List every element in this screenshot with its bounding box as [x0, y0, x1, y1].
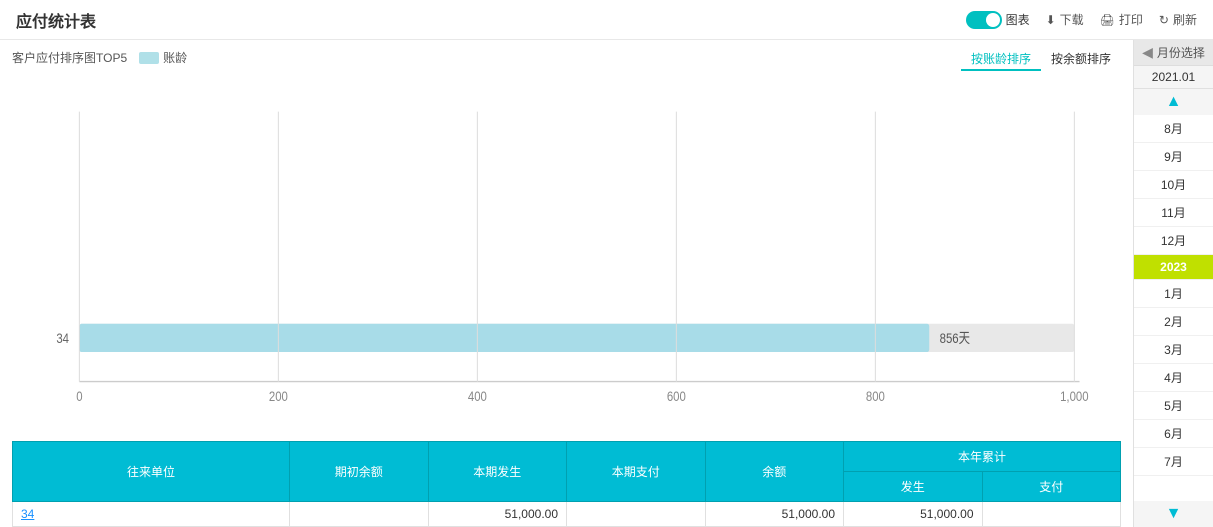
sidebar-month-item[interactable]: 7月	[1134, 448, 1213, 476]
print-label: 打印	[1119, 11, 1143, 28]
th-year-cumul: 本年累计	[844, 442, 1121, 472]
sort-tabs: 按账龄排序 按余额排序	[961, 48, 1121, 71]
svg-text:0: 0	[76, 388, 82, 405]
td-balance: 51,000.00	[705, 502, 844, 527]
legend-color-box	[139, 52, 159, 64]
chart-wrapper: 34 856天 0 200 400 600	[12, 73, 1121, 433]
sort-tab-balance[interactable]: 按余额排序	[1041, 48, 1121, 71]
sidebar-month-item[interactable]: 1月	[1134, 280, 1213, 308]
month-up-button[interactable]: ▲	[1134, 89, 1213, 115]
print-icon: 🖨	[1100, 13, 1115, 27]
th-year-pay: 支付	[982, 472, 1121, 502]
chart-legend: 客户应付排序图TOP5 账龄	[12, 49, 187, 66]
app-container: 应付统计表 图表 ⬇ 下载 🖨 打印 ↻ 刷新	[0, 0, 1213, 527]
refresh-icon: ↻	[1159, 13, 1169, 27]
sidebar-month-item[interactable]: 4月	[1134, 364, 1213, 392]
sidebar-month-item[interactable]: 12月	[1134, 227, 1213, 255]
svg-text:34: 34	[56, 330, 69, 347]
sidebar-month-item[interactable]: 6月	[1134, 420, 1213, 448]
refresh-label: 刷新	[1173, 11, 1197, 28]
th-current-occur: 本期发生	[428, 442, 567, 502]
chart-area: 客户应付排序图TOP5 账龄 按账龄排序 按余额排序	[0, 40, 1133, 441]
svg-text:200: 200	[269, 388, 288, 405]
unit-link[interactable]: 34	[21, 507, 34, 521]
svg-text:856天: 856天	[940, 330, 971, 347]
month-down-button[interactable]: ▼	[1134, 501, 1213, 527]
td-unit: 34	[13, 502, 290, 527]
sidebar-month-item[interactable]: 5月	[1134, 392, 1213, 420]
sort-tab-aging[interactable]: 按账龄排序	[961, 48, 1041, 71]
th-unit: 往来单位	[13, 442, 290, 502]
refresh-button[interactable]: ↻ 刷新	[1159, 11, 1197, 28]
svg-text:800: 800	[866, 388, 885, 405]
print-button[interactable]: 🖨 打印	[1100, 11, 1143, 28]
sidebar-month-item[interactable]: 3月	[1134, 336, 1213, 364]
td-year-occur: 51,000.00	[844, 502, 983, 527]
legend-color-item: 账龄	[139, 49, 187, 66]
download-label: 下载	[1060, 11, 1084, 28]
legend-color-label: 账龄	[163, 49, 187, 66]
sidebar-month-item[interactable]: 2023	[1134, 255, 1213, 280]
th-balance: 余额	[705, 442, 844, 502]
chart-toggle[interactable]	[966, 11, 1002, 29]
table-row: 34 51,000.00 51,000.00 51,000.00	[13, 502, 1121, 527]
td-opening	[290, 502, 429, 527]
chart-toggle-container: 图表	[966, 11, 1030, 29]
left-panel: 客户应付排序图TOP5 账龄 按账龄排序 按余额排序	[0, 40, 1133, 527]
sidebar-month-item[interactable]: 10月	[1134, 171, 1213, 199]
svg-text:600: 600	[667, 388, 686, 405]
sidebar-expand-icon[interactable]: ◀	[1142, 44, 1153, 61]
sidebar-date: 2021.01	[1134, 66, 1213, 89]
td-year-pay	[982, 502, 1121, 527]
sidebar-month-item[interactable]: 9月	[1134, 143, 1213, 171]
th-current-pay: 本期支付	[567, 442, 706, 502]
sidebar-month-item[interactable]: 2月	[1134, 308, 1213, 336]
table-area: 往来单位 期初余额 本期发生 本期支付 余额 本年累计 发生 支付	[12, 441, 1121, 527]
td-current-pay	[567, 502, 706, 527]
right-sidebar: ◀ 月份选择 2021.01 ▲ 8月9月10月11月12月20231月2月3月…	[1133, 40, 1213, 527]
legend-label: 客户应付排序图TOP5	[12, 49, 127, 66]
data-table: 往来单位 期初余额 本期发生 本期支付 余额 本年累计 发生 支付	[12, 441, 1121, 527]
header-actions: 图表 ⬇ 下载 🖨 打印 ↻ 刷新	[966, 11, 1197, 29]
bar-chart: 34 856天 0 200 400 600	[12, 73, 1121, 433]
th-year-occur: 发生	[844, 472, 983, 502]
svg-text:1,000: 1,000	[1060, 388, 1088, 405]
download-icon: ⬇	[1046, 13, 1056, 27]
chart-label: 图表	[1006, 11, 1030, 28]
main-content: 客户应付排序图TOP5 账龄 按账龄排序 按余额排序	[0, 40, 1213, 527]
sidebar-header-label: 月份选择	[1157, 44, 1205, 61]
sidebar-header: ◀ 月份选择	[1134, 40, 1213, 66]
td-current-occur: 51,000.00	[428, 502, 567, 527]
sidebar-month-item[interactable]: 11月	[1134, 199, 1213, 227]
header: 应付统计表 图表 ⬇ 下载 🖨 打印 ↻ 刷新	[0, 0, 1213, 40]
th-opening: 期初余额	[290, 442, 429, 502]
legend-row: 客户应付排序图TOP5 账龄 按账龄排序 按余额排序	[12, 48, 1121, 71]
page-title: 应付统计表	[16, 8, 96, 32]
sidebar-month-item[interactable]: 8月	[1134, 115, 1213, 143]
download-button[interactable]: ⬇ 下载	[1046, 11, 1084, 28]
svg-text:400: 400	[468, 388, 487, 405]
sidebar-scroll[interactable]: 8月9月10月11月12月20231月2月3月4月5月6月7月	[1134, 115, 1213, 501]
